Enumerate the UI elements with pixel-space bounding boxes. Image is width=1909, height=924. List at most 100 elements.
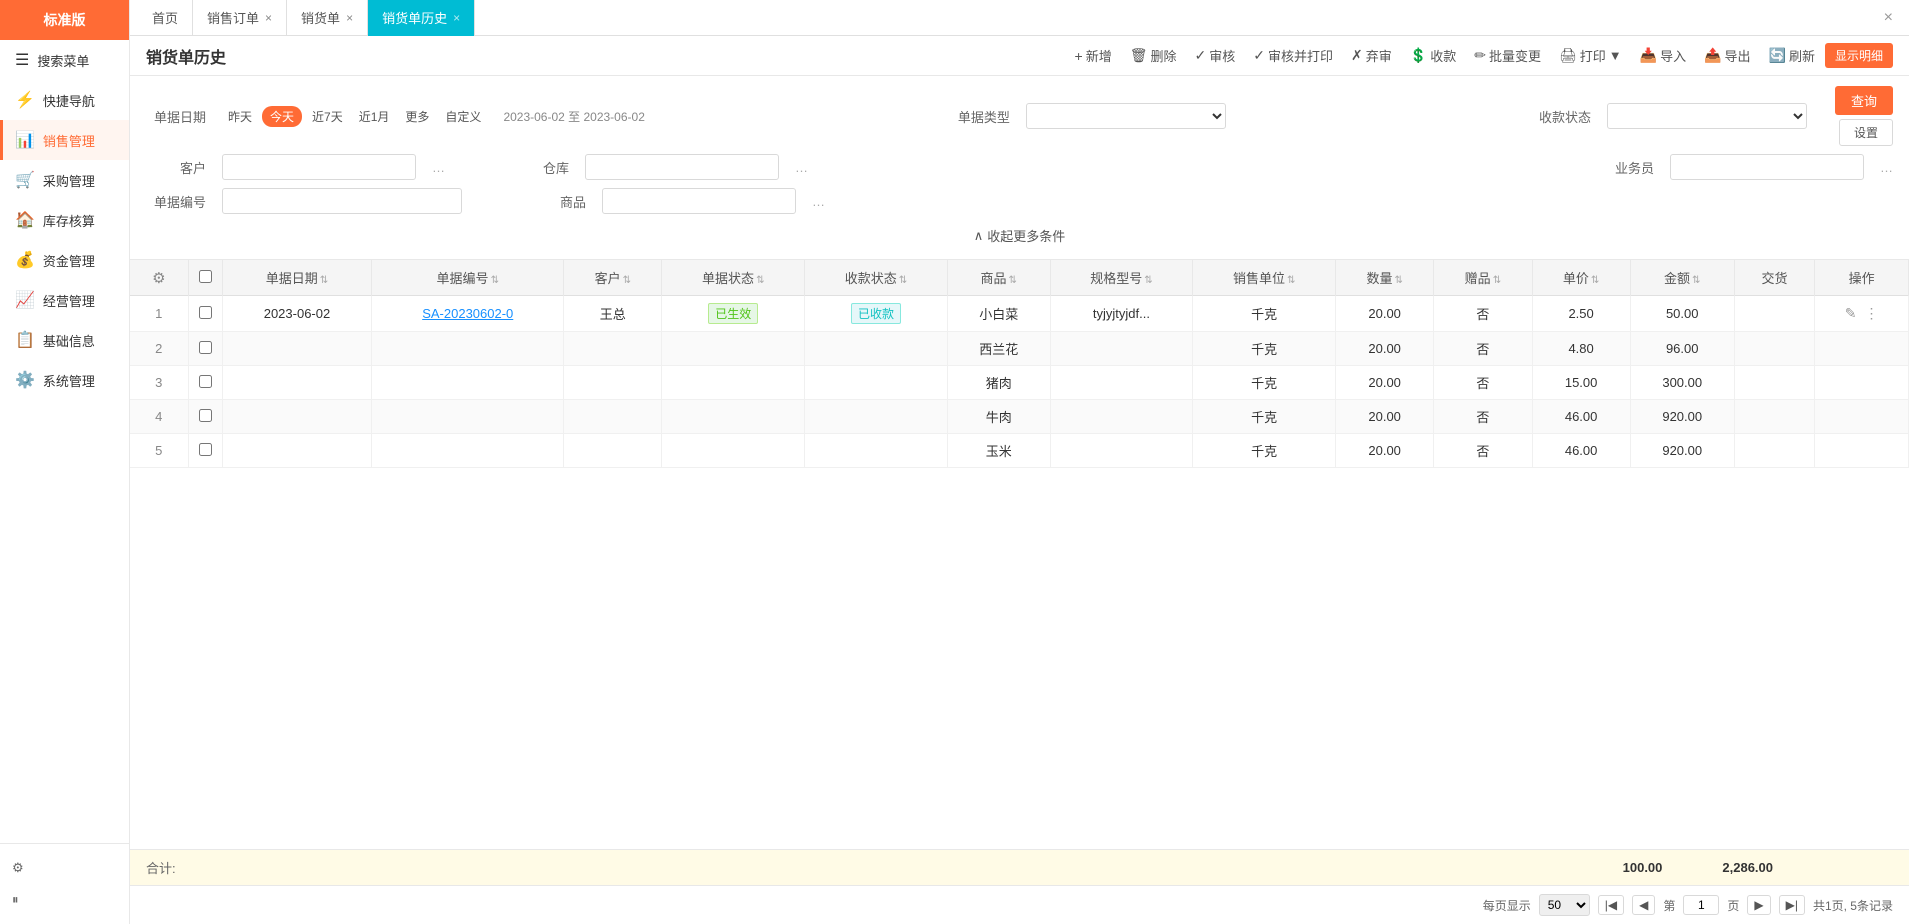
row-checkbox[interactable] [199,443,212,456]
prev-page-btn[interactable]: ◀ [1632,895,1655,915]
salesperson-input[interactable] [1670,154,1864,180]
cell-transaction [1734,332,1814,366]
print-button[interactable]: 🖨 打印 ▼ [1551,42,1630,69]
col-unit-price[interactable]: 单价⇅ [1532,260,1630,296]
shortcut-today[interactable]: 今天 [262,106,302,127]
sales-mgmt-icon: 📊 [15,130,35,150]
sidebar-item-system-mgmt[interactable]: ⚙️ 系统管理 [0,360,129,400]
query-button[interactable]: 查询 [1835,86,1893,115]
cell-checkbox[interactable] [188,400,222,434]
cell-checkbox[interactable] [188,366,222,400]
batch-change-button[interactable]: ✏ 批量变更 [1466,42,1549,69]
edit-action-icon[interactable]: ✎ [1845,305,1857,322]
data-table-container: ⚙ 单据日期⇅ 单据编号⇅ 客户⇅ 单据状态⇅ 收款状态⇅ 商品⇅ 规格型号⇅ … [130,260,1909,849]
doc-no-input[interactable] [222,188,462,214]
goods-input-dots[interactable]: … [812,194,825,209]
collect-status-select[interactable] [1607,103,1807,129]
col-doc-status[interactable]: 单据状态⇅ [662,260,805,296]
abandon-button[interactable]: ✗ 弃审 [1343,42,1400,69]
sidebar-item-quick-nav[interactable]: ⚡ 快捷导航 [0,80,129,120]
checkbox-col[interactable] [188,260,222,296]
sidebar-item-finance-mgmt[interactable]: 💰 资金管理 [0,240,129,280]
col-qty[interactable]: 数量⇅ [1336,260,1434,296]
customer-input[interactable] [222,154,416,180]
tab-home[interactable]: 首页 [138,0,193,36]
row-checkbox[interactable] [199,306,212,319]
sidebar-item-label: 采购管理 [43,171,95,190]
col-spec[interactable]: 规格型号⇅ [1050,260,1193,296]
tab-sales-order[interactable]: 销售订单 × [193,0,287,36]
warehouse-input-dots[interactable]: … [795,160,808,175]
sidebar-item-purchase-mgmt[interactable]: 🛒 采购管理 [0,160,129,200]
last-page-btn[interactable]: ▶| [1779,895,1805,915]
col-customer[interactable]: 客户⇅ [564,260,662,296]
col-goods[interactable]: 商品⇅ [947,260,1050,296]
goods-label: 商品 [526,192,586,211]
new-button[interactable]: + 新增 [1067,42,1120,69]
export-button[interactable]: 📤 导出 [1696,42,1758,69]
more-action-icon[interactable]: ⋮ [1864,305,1878,322]
sidebar-item-inventory[interactable]: 🏠 库存核算 [0,200,129,240]
row-checkbox[interactable] [199,341,212,354]
salesperson-input-dots[interactable]: … [1880,160,1893,175]
filter-settings-button[interactable]: 设置 [1839,119,1893,146]
cell-checkbox[interactable] [188,434,222,468]
row-checkbox[interactable] [199,375,212,388]
shortcut-yesterday[interactable]: 昨天 [222,106,258,127]
col-unit[interactable]: 销售单位⇅ [1193,260,1336,296]
close-sales-goods-history-tab[interactable]: × [453,11,460,25]
first-page-btn[interactable]: |◀ [1598,895,1624,915]
sidebar-pause-btn[interactable]: ⏸ [0,884,129,916]
next-page-btn[interactable]: ▶ [1747,895,1770,915]
sidebar-item-operations-mgmt[interactable]: 📈 经营管理 [0,280,129,320]
col-amount[interactable]: 金额⇅ [1630,260,1734,296]
sidebar-item-basic-info[interactable]: 📋 基础信息 [0,320,129,360]
tab-sales-goods[interactable]: 销货单 × [287,0,368,36]
cell-goods: 玉米 [947,434,1050,468]
import-button[interactable]: 📥 导入 [1632,42,1694,69]
cell-goods: 西兰花 [947,332,1050,366]
sidebar-item-sales-mgmt[interactable]: 📊 销售管理 [0,120,129,160]
settings-col[interactable]: ⚙ [130,260,188,296]
goods-input[interactable] [602,188,796,214]
shortcut-more[interactable]: 更多 [399,106,435,127]
cell-collect-status: 已收款 [805,296,948,332]
sidebar-settings-btn[interactable]: ⚙ [0,852,129,884]
col-doc-date[interactable]: 单据日期⇅ [222,260,372,296]
review-print-button[interactable]: ✓ 审核并打印 [1245,42,1341,69]
col-doc-no[interactable]: 单据编号⇅ [372,260,564,296]
shortcut-7days[interactable]: 近7天 [306,106,349,127]
shortcut-custom[interactable]: 自定义 [439,106,487,127]
page-input[interactable] [1683,895,1719,915]
cell-unit: 千克 [1193,434,1336,468]
per-page-select[interactable]: 50 100 200 [1539,894,1590,916]
sidebar-item-search-menu[interactable]: ☰ 搜索菜单 [0,40,129,80]
close-sales-order-tab[interactable]: × [265,11,272,25]
doc-no-link[interactable]: SA-20230602-0 [422,306,513,321]
cell-checkbox[interactable] [188,296,222,332]
delete-button[interactable]: 🗑 删除 [1122,42,1185,69]
collapse-button[interactable]: ∧ 收起更多条件 [146,222,1893,249]
close-all-tabs[interactable]: × [1876,9,1901,27]
refresh-button[interactable]: 🔄 刷新 [1761,42,1823,69]
col-collect-status[interactable]: 收款状态⇅ [805,260,948,296]
customer-input-dots[interactable]: … [432,160,445,175]
show-detail-button[interactable]: 显示明细 [1825,43,1893,68]
row-checkbox[interactable] [199,409,212,422]
cell-gift: 否 [1434,366,1532,400]
tab-sales-goods-history[interactable]: 销货单历史 × [368,0,475,36]
close-sales-goods-tab[interactable]: × [346,11,353,25]
collect-status-label: 收款状态 [1531,107,1591,126]
doc-type-select[interactable] [1026,103,1226,129]
cell-doc-date [222,400,372,434]
warehouse-input[interactable] [585,154,779,180]
print-icon: 🖨 [1559,47,1577,64]
review-button[interactable]: ✓ 审核 [1187,42,1244,69]
shortcut-1month[interactable]: 近1月 [353,106,396,127]
cell-checkbox[interactable] [188,332,222,366]
collect-button[interactable]: 💲 收款 [1402,42,1464,69]
col-gift[interactable]: 赠品⇅ [1434,260,1532,296]
cell-doc-status [662,434,805,468]
new-icon: + [1075,48,1083,64]
select-all-checkbox[interactable] [199,270,212,283]
